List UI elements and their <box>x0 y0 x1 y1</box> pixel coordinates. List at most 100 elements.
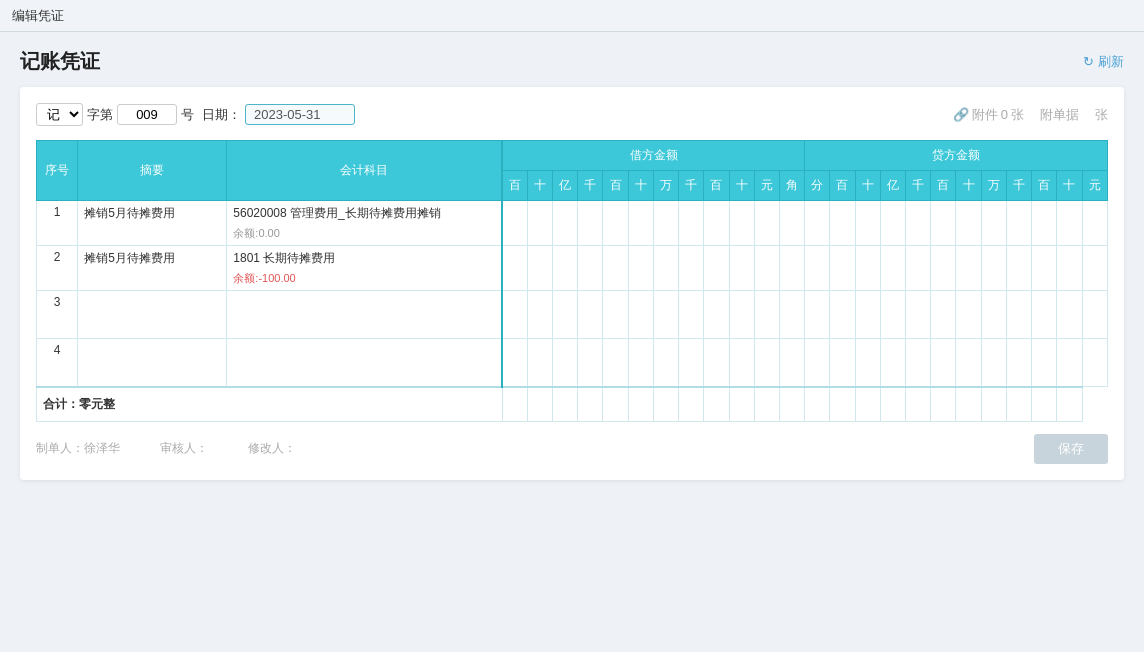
cell-c8-r2[interactable] <box>981 246 1006 291</box>
cell-d3-r4[interactable] <box>552 339 577 387</box>
row-account[interactable] <box>227 291 502 339</box>
cell-d7-r2[interactable] <box>653 246 678 291</box>
cell-c2-r4[interactable] <box>830 339 855 387</box>
cell-d9-r4[interactable] <box>704 339 729 387</box>
cell-d1-r1[interactable] <box>502 201 527 246</box>
cell-d5-r4[interactable] <box>603 339 628 387</box>
cell-c4-r2[interactable] <box>880 246 905 291</box>
cell-c4-r4[interactable] <box>880 339 905 387</box>
cell-d8-r3[interactable] <box>679 291 704 339</box>
voucher-number-input[interactable] <box>117 104 177 125</box>
cell-d1-r2[interactable] <box>502 246 527 291</box>
voucher-date-input[interactable] <box>245 104 355 125</box>
cell-d11-r2[interactable] <box>754 246 779 291</box>
cell-d5-r1[interactable] <box>603 201 628 246</box>
cell-d9-r2[interactable] <box>704 246 729 291</box>
cell-d11-r1[interactable] <box>754 201 779 246</box>
cell-c7-r2[interactable] <box>956 246 981 291</box>
cell-c10-r2[interactable] <box>1032 246 1057 291</box>
cell-d1-r3[interactable] <box>502 291 527 339</box>
cell-d8-r1[interactable] <box>679 201 704 246</box>
cell-c3-r2[interactable] <box>855 246 880 291</box>
cell-c12-r3[interactable] <box>1082 291 1107 339</box>
cell-d6-r3[interactable] <box>628 291 653 339</box>
cell-d10-r1[interactable] <box>729 201 754 246</box>
cell-d5-r3[interactable] <box>603 291 628 339</box>
cell-d10-r3[interactable] <box>729 291 754 339</box>
cell-d12-r2[interactable] <box>779 246 804 291</box>
cell-d12-r4[interactable] <box>779 339 804 387</box>
cell-c12-r1[interactable] <box>1082 201 1107 246</box>
cell-d7-r4[interactable] <box>653 339 678 387</box>
row-account[interactable]: 1801 长期待摊费用 余额:-100.00 <box>227 246 502 291</box>
cell-d4-r3[interactable] <box>578 291 603 339</box>
cell-c9-r3[interactable] <box>1006 291 1031 339</box>
cell-d9-r1[interactable] <box>704 201 729 246</box>
cell-c11-r3[interactable] <box>1057 291 1082 339</box>
cell-d1-r4[interactable] <box>502 339 527 387</box>
cell-d11-r4[interactable] <box>754 339 779 387</box>
cell-c3-r1[interactable] <box>855 201 880 246</box>
cell-c10-r3[interactable] <box>1032 291 1057 339</box>
cell-d8-r2[interactable] <box>679 246 704 291</box>
cell-c4-r1[interactable] <box>880 201 905 246</box>
refresh-button[interactable]: ↻ 刷新 <box>1083 53 1124 71</box>
attach-single-button[interactable]: 附单据 <box>1040 106 1079 124</box>
cell-c6-r1[interactable] <box>931 201 956 246</box>
cell-d4-r4[interactable] <box>578 339 603 387</box>
cell-c12-r2[interactable] <box>1082 246 1107 291</box>
cell-c6-r4[interactable] <box>931 339 956 387</box>
cell-d3-r3[interactable] <box>552 291 577 339</box>
cell-d6-r1[interactable] <box>628 201 653 246</box>
cell-d8-r4[interactable] <box>679 339 704 387</box>
cell-d2-r1[interactable] <box>527 201 552 246</box>
cell-d6-r4[interactable] <box>628 339 653 387</box>
cell-c9-r1[interactable] <box>1006 201 1031 246</box>
cell-c5-r4[interactable] <box>906 339 931 387</box>
cell-d6-r2[interactable] <box>628 246 653 291</box>
cell-c3-r4[interactable] <box>855 339 880 387</box>
cell-d2-r4[interactable] <box>527 339 552 387</box>
cell-c8-r1[interactable] <box>981 201 1006 246</box>
cell-c9-r4[interactable] <box>1006 339 1031 387</box>
cell-c12-r4[interactable] <box>1082 339 1107 387</box>
cell-c11-r2[interactable] <box>1057 246 1082 291</box>
cell-c3-r3[interactable] <box>855 291 880 339</box>
cell-d2-r2[interactable] <box>527 246 552 291</box>
cell-c7-r4[interactable] <box>956 339 981 387</box>
cell-d2-r3[interactable] <box>527 291 552 339</box>
cell-d7-r3[interactable] <box>653 291 678 339</box>
cell-c10-r4[interactable] <box>1032 339 1057 387</box>
cell-d11-r3[interactable] <box>754 291 779 339</box>
cell-c5-r2[interactable] <box>906 246 931 291</box>
cell-d4-r1[interactable] <box>578 201 603 246</box>
cell-c1-r4[interactable] <box>805 339 830 387</box>
row-summary[interactable]: 摊销5月待摊费用 <box>78 201 227 246</box>
cell-d5-r2[interactable] <box>603 246 628 291</box>
cell-d12-r3[interactable] <box>779 291 804 339</box>
cell-d3-r1[interactable] <box>552 201 577 246</box>
cell-d3-r2[interactable] <box>552 246 577 291</box>
voucher-type-select[interactable]: 记 <box>36 103 83 126</box>
cell-d10-r4[interactable] <box>729 339 754 387</box>
row-summary[interactable]: 摊销5月待摊费用 <box>78 246 227 291</box>
cell-c1-r3[interactable] <box>805 291 830 339</box>
row-summary[interactable] <box>78 291 227 339</box>
cell-c2-r3[interactable] <box>830 291 855 339</box>
cell-c8-r3[interactable] <box>981 291 1006 339</box>
attach-link[interactable]: 🔗 附件 0 张 <box>953 106 1024 124</box>
cell-c5-r3[interactable] <box>906 291 931 339</box>
cell-c7-r1[interactable] <box>956 201 981 246</box>
cell-c9-r2[interactable] <box>1006 246 1031 291</box>
row-account[interactable]: 56020008 管理费用_长期待摊费用摊销 余额:0.00 <box>227 201 502 246</box>
cell-c1-r1[interactable] <box>805 201 830 246</box>
cell-d9-r3[interactable] <box>704 291 729 339</box>
row-summary[interactable] <box>78 339 227 387</box>
cell-c2-r2[interactable] <box>830 246 855 291</box>
cell-c10-r1[interactable] <box>1032 201 1057 246</box>
cell-c6-r2[interactable] <box>931 246 956 291</box>
cell-c2-r1[interactable] <box>830 201 855 246</box>
cell-d7-r1[interactable] <box>653 201 678 246</box>
cell-c7-r3[interactable] <box>956 291 981 339</box>
cell-c11-r4[interactable] <box>1057 339 1082 387</box>
